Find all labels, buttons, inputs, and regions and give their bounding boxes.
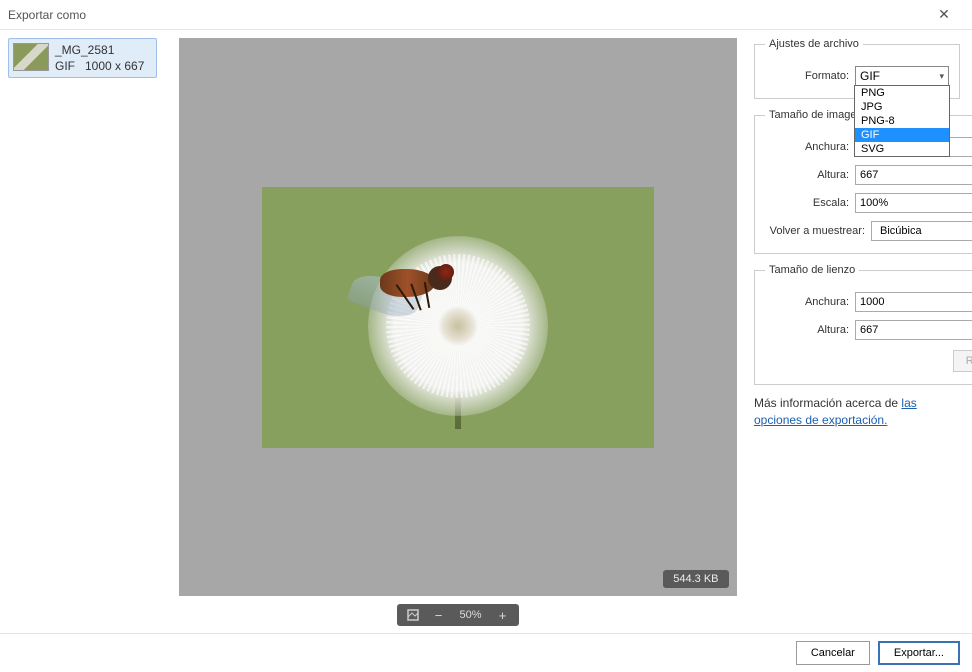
format-option-gif[interactable]: GIF	[855, 128, 949, 142]
scale-input[interactable]	[855, 193, 972, 213]
format-option-jpg[interactable]: JPG	[855, 100, 949, 114]
export-button[interactable]: Exportar...	[878, 641, 960, 665]
image-width-label: Anchura:	[765, 141, 849, 153]
zoom-level-label: 50%	[457, 609, 485, 621]
thumbnail-format: GIF	[55, 59, 75, 73]
resample-select[interactable]: Bicúbica	[871, 221, 972, 241]
thumbnail-item[interactable]: _MG_2581 GIF 1000 x 667	[8, 38, 157, 78]
dialog-button-bar: Cancelar Exportar...	[0, 633, 972, 672]
thumbnail-dimensions: 1000 x 667	[85, 59, 144, 73]
canvas-width-input[interactable]	[855, 292, 972, 312]
format-selected-value: GIF	[860, 69, 880, 83]
canvas-height-input[interactable]	[855, 320, 972, 340]
settings-panel: Ajustes de archivo Formato: GIF ▾ PNG JP…	[750, 30, 972, 633]
preview-canvas[interactable]: 544.3 KB	[179, 38, 737, 596]
chevron-updown-icon: ▾	[939, 71, 944, 82]
format-label: Formato:	[765, 70, 849, 82]
resample-label: Volver a muestrear:	[765, 225, 865, 237]
main-area: _MG_2581 GIF 1000 x 667	[0, 30, 972, 633]
zoom-toolbar: − 50% +	[397, 604, 519, 626]
thumbnail-filename: _MG_2581	[55, 43, 144, 57]
cancel-button[interactable]: Cancelar	[796, 641, 870, 665]
filesize-badge: 544.3 KB	[663, 570, 728, 588]
format-option-png8[interactable]: PNG-8	[855, 114, 949, 128]
image-height-label: Altura:	[765, 169, 849, 181]
thumbnail-list: _MG_2581 GIF 1000 x 667	[0, 30, 165, 633]
file-settings-legend: Ajustes de archivo	[765, 38, 863, 50]
restore-button[interactable]: Restaurar	[953, 350, 972, 372]
image-height-input[interactable]	[855, 165, 972, 185]
format-options-list: PNG JPG PNG-8 GIF SVG	[854, 85, 950, 157]
thumbnail-image	[13, 43, 49, 71]
thumbnail-meta: _MG_2581 GIF 1000 x 667	[55, 43, 144, 73]
canvas-size-group: Tamaño de lienzo Anchura: px Altura: px …	[754, 264, 972, 385]
file-settings-group: Ajustes de archivo Formato: GIF ▾ PNG JP…	[754, 38, 960, 99]
format-dropdown[interactable]: GIF ▾ PNG JPG PNG-8 GIF SVG	[855, 66, 949, 86]
format-option-png[interactable]: PNG	[855, 86, 949, 100]
titlebar: Exportar como ✕	[0, 0, 972, 30]
more-info-prefix: Más información acerca de	[754, 396, 901, 410]
format-option-svg[interactable]: SVG	[855, 142, 949, 156]
canvas-width-label: Anchura:	[765, 296, 849, 308]
image-size-legend: Tamaño de imagen	[765, 109, 867, 121]
preview-panel: 544.3 KB − 50% +	[165, 30, 750, 633]
close-button[interactable]: ✕	[924, 0, 964, 30]
scale-label: Escala:	[765, 197, 849, 209]
canvas-height-label: Altura:	[765, 324, 849, 336]
preview-image	[262, 187, 654, 448]
window-title: Exportar como	[8, 8, 924, 22]
zoom-in-button[interactable]: +	[495, 607, 511, 623]
zoom-out-button[interactable]: −	[431, 607, 447, 623]
canvas-size-legend: Tamaño de lienzo	[765, 264, 859, 276]
more-info-text: Más información acerca de las opciones d…	[754, 395, 960, 430]
zoom-fit-icon[interactable]	[405, 607, 421, 623]
